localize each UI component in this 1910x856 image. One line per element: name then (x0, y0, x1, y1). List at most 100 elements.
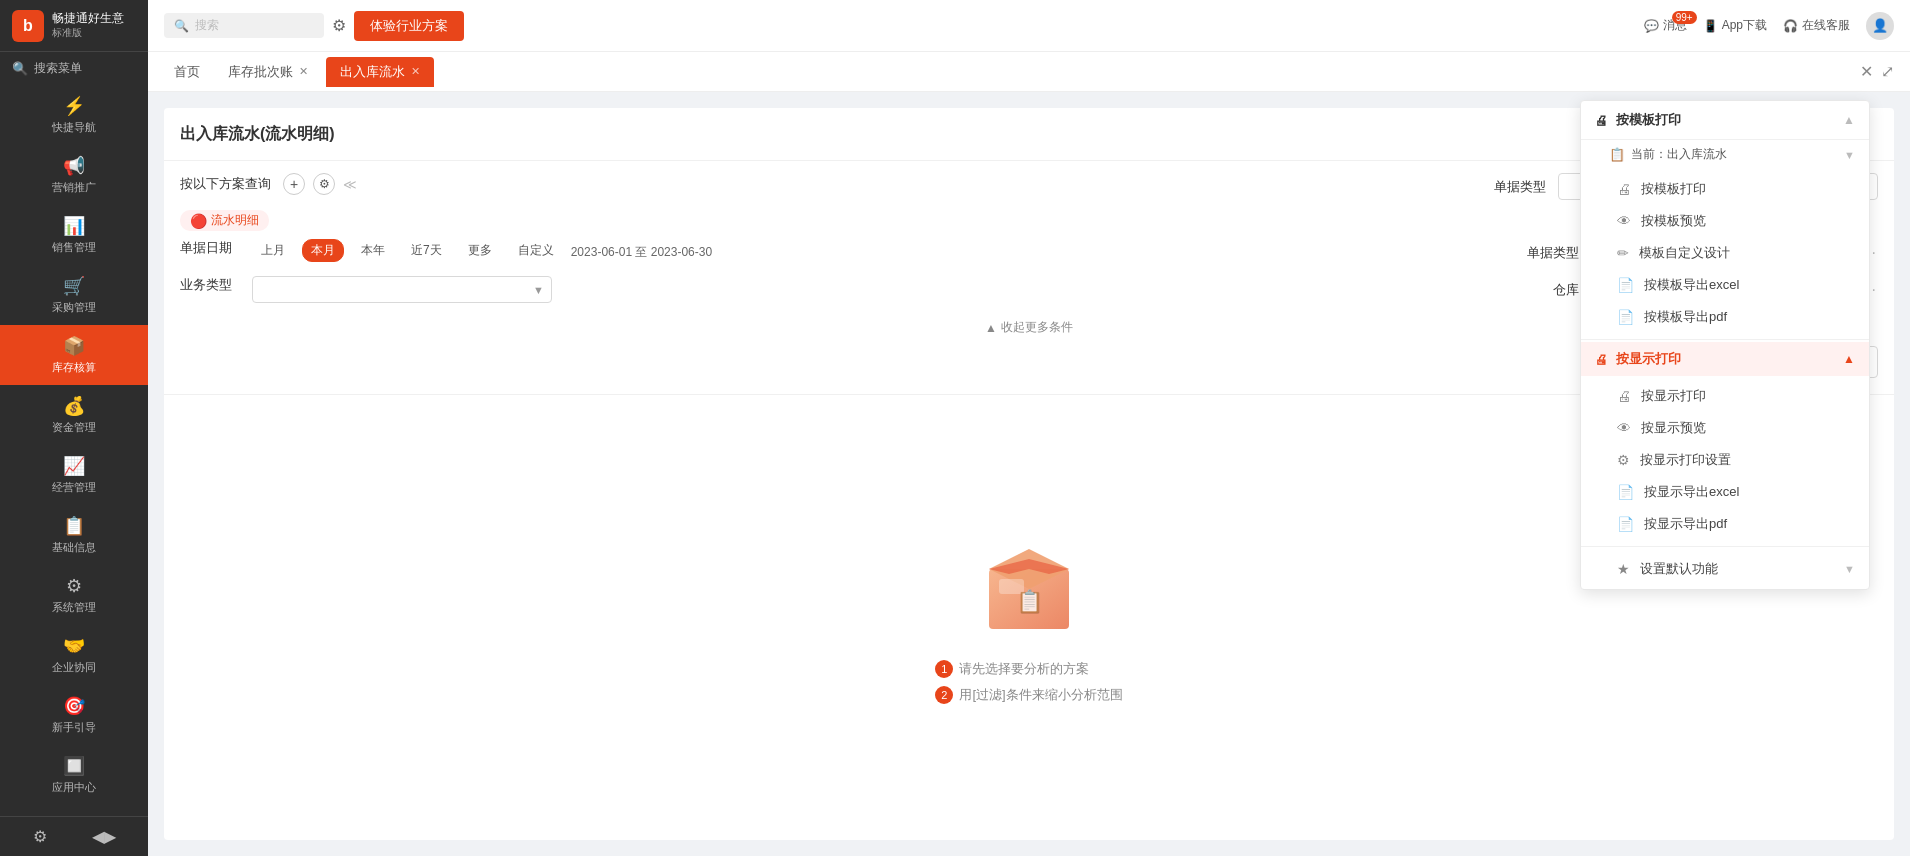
item-pdf-icon: 📄 (1617, 309, 1634, 325)
finance-icon: 💰 (63, 395, 85, 417)
current-template-icon: 📋 (1609, 147, 1625, 162)
expand-window-btn[interactable]: ⤢ (1881, 62, 1894, 81)
tag-icon: 🔴 (190, 213, 207, 229)
collapse-btn[interactable]: ▲ 收起更多条件 (985, 319, 1073, 336)
sidebar-item-finance[interactable]: 💰 资金管理 (0, 385, 148, 445)
basic-icon: 📋 (63, 515, 85, 537)
inventory-icon: 📦 (63, 335, 85, 357)
current-template-row[interactable]: 📋 当前：出入库流水 ▼ (1581, 140, 1869, 169)
tab-batch-account-close[interactable]: ✕ (299, 65, 308, 78)
dropdown-display-print-settings[interactable]: ⚙ 按显示打印设置 (1581, 444, 1869, 476)
display-print-header-icon: 🖨 (1595, 352, 1608, 367)
display-section-collapse-icon: ▲ (1843, 352, 1855, 366)
set-default-section: ★ 设置默认功能 ▼ (1581, 549, 1869, 589)
message-badge: 99+ (1672, 11, 1697, 24)
app-download-btn[interactable]: 📱 App下载 (1703, 17, 1767, 34)
display-print-header[interactable]: 🖨 按显示打印 ▲ (1581, 342, 1869, 376)
business-type-select[interactable] (252, 276, 552, 303)
tab-inventory-flow[interactable]: 出入库流水 ✕ (326, 57, 434, 87)
tab-home[interactable]: 首页 (164, 57, 210, 87)
item-printer-icon: 🖨 (1617, 181, 1631, 197)
sidebar-item-apps[interactable]: 🔲 应用中心 (0, 745, 148, 805)
add-condition-btn[interactable]: + (283, 173, 305, 195)
sidebar-item-quick-nav[interactable]: ⚡ 快捷导航 (0, 85, 148, 145)
disp-pdf-icon: 📄 (1617, 516, 1634, 532)
tabs-bar: 首页 库存批次账 ✕ 出入库流水 ✕ ✕ ⤢ (148, 52, 1910, 92)
topbar: 🔍 搜索 ⚙ 体验行业方案 💬 消息 99+ 📱 App下载 🎧 在线客服 👤 (148, 0, 1910, 52)
window-controls: ✕ ⤢ (1860, 62, 1894, 81)
topbar-search-icon: 🔍 (174, 19, 189, 33)
tab-inventory-flow-close[interactable]: ✕ (411, 65, 420, 78)
sidebar-item-inventory[interactable]: 📦 库存核算 (0, 325, 148, 385)
dropdown-template-preview[interactable]: 👁 按模板预览 (1581, 205, 1869, 237)
dropdown-template-export-excel[interactable]: 📄 按模板导出excel (1581, 269, 1869, 301)
dropdown-template-custom[interactable]: ✏ 模板自定义设计 (1581, 237, 1869, 269)
dropdown-display-export-pdf[interactable]: 📄 按显示导出pdf (1581, 508, 1869, 540)
avatar-icon: 👤 (1872, 18, 1888, 33)
dropdown-display-export-excel[interactable]: 📄 按显示导出excel (1581, 476, 1869, 508)
quick-nav-icon: ⚡ (63, 95, 85, 117)
sidebar-item-operations[interactable]: 📈 经营管理 (0, 445, 148, 505)
sidebar-settings-btn[interactable]: ⚙ (33, 827, 47, 846)
sidebar-search[interactable]: 🔍 搜索菜单 (0, 52, 148, 85)
topbar-left: 🔍 搜索 ⚙ 体验行业方案 (164, 11, 1632, 41)
dropdown-template-export-pdf[interactable]: 📄 按模板导出pdf (1581, 301, 1869, 333)
industry-btn[interactable]: 体验行业方案 (354, 11, 464, 41)
sidebar: b 畅捷通好生意 标准版 🔍 搜索菜单 ⚡ 快捷导航 📢 营销推广 📊 销售管理… (0, 0, 148, 856)
sidebar-item-collab[interactable]: 🤝 企业协同 (0, 625, 148, 685)
dropdown-template-print[interactable]: 🖨 按模板打印 (1581, 173, 1869, 205)
topbar-settings-icon[interactable]: ⚙ (332, 16, 346, 35)
dropdown-set-default[interactable]: ★ 设置默认功能 ▼ (1581, 553, 1869, 585)
sales-icon: 📊 (63, 215, 85, 237)
date-btn-more[interactable]: 更多 (459, 239, 501, 262)
close-window-btn[interactable]: ✕ (1860, 62, 1873, 81)
display-print-section: 🖨 按显示打印 👁 按显示预览 ⚙ 按显示打印设置 📄 按显示导出excel 📄… (1581, 376, 1869, 544)
item-excel-icon: 📄 (1617, 277, 1634, 293)
set-default-chevron-icon: ▼ (1844, 563, 1855, 575)
headphone-icon: 🎧 (1783, 19, 1798, 33)
flow-detail-tag[interactable]: 🔴 流水明细 (180, 210, 269, 231)
date-btn-this-year[interactable]: 本年 (352, 239, 394, 262)
sidebar-item-guide[interactable]: 🎯 新手引导 (0, 685, 148, 745)
current-chevron-icon: ▼ (1844, 149, 1855, 161)
filter-settings-btn[interactable]: ⚙ (313, 173, 335, 195)
star-icon: ★ (1617, 561, 1630, 577)
collapse-left-btn[interactable]: ≪ (343, 177, 357, 192)
user-avatar[interactable]: 👤 (1866, 12, 1894, 40)
dropdown-display-print[interactable]: 🖨 按显示打印 (1581, 380, 1869, 412)
dropdown-header[interactable]: 🖨 按模板打印 ▲ (1581, 101, 1869, 140)
sidebar-toggle-btn[interactable]: ◀▶ (92, 827, 116, 846)
item-edit-icon: ✏ (1617, 245, 1629, 261)
sidebar-item-marketing[interactable]: 📢 营销推广 (0, 145, 148, 205)
date-btn-last-month[interactable]: 上月 (252, 239, 294, 262)
sidebar-menu: ⚡ 快捷导航 📢 营销推广 📊 销售管理 🛒 采购管理 📦 库存核算 💰 资金管… (0, 85, 148, 816)
messages-btn[interactable]: 💬 消息 99+ (1644, 17, 1687, 34)
disp-printer-icon: 🖨 (1617, 388, 1631, 404)
system-icon: ⚙ (66, 575, 82, 597)
guide-icon: 🎯 (63, 695, 85, 717)
date-btn-7days[interactable]: 近7天 (402, 239, 451, 262)
dropdown-divider-2 (1581, 546, 1869, 547)
tab-batch-account[interactable]: 库存批次账 ✕ (214, 57, 322, 87)
disp-excel-icon: 📄 (1617, 484, 1634, 500)
template-print-dropdown: 🖨 按模板打印 ▲ 📋 当前：出入库流水 ▼ 🖨 按模板打印 👁 按模板预览 ✏… (1580, 100, 1870, 590)
sidebar-item-basic[interactable]: 📋 基础信息 (0, 505, 148, 565)
topbar-search-box[interactable]: 🔍 搜索 (164, 13, 324, 38)
online-service-btn[interactable]: 🎧 在线客服 (1783, 17, 1850, 34)
topbar-right: 💬 消息 99+ 📱 App下载 🎧 在线客服 👤 (1644, 12, 1894, 40)
date-btn-this-month[interactable]: 本月 (302, 239, 344, 262)
operations-icon: 📈 (63, 455, 85, 477)
sidebar-item-sales[interactable]: 📊 销售管理 (0, 205, 148, 265)
svg-text:📋: 📋 (1016, 588, 1044, 615)
sidebar-item-wechat[interactable]: 💬 企业微信 (0, 805, 148, 816)
disp-preview-icon: 👁 (1617, 420, 1631, 436)
dropdown-display-preview[interactable]: 👁 按显示预览 (1581, 412, 1869, 444)
chevron-up-icon: ▲ (985, 321, 997, 335)
sidebar-item-purchase[interactable]: 🛒 采购管理 (0, 265, 148, 325)
purchase-icon: 🛒 (63, 275, 85, 297)
message-icon: 💬 (1644, 19, 1659, 33)
page-title: 出入库流水(流水明细) (180, 124, 335, 145)
template-print-section: 🖨 按模板打印 👁 按模板预览 ✏ 模板自定义设计 📄 按模板导出excel 📄… (1581, 169, 1869, 337)
sidebar-item-system[interactable]: ⚙ 系统管理 (0, 565, 148, 625)
date-btn-custom[interactable]: 自定义 (509, 239, 563, 262)
